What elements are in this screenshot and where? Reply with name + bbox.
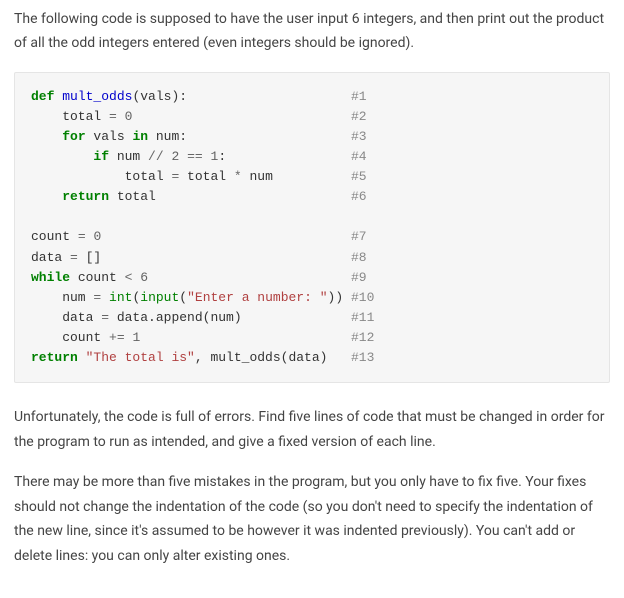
code-blank-line (31, 207, 593, 227)
code-text: data = data.append(num) (31, 308, 351, 328)
code-line: num = int(input("Enter a number: "))#10 (31, 288, 593, 308)
code-marker: #5 (351, 167, 367, 187)
code-text: count += 1 (31, 328, 351, 348)
code-line: count += 1#12 (31, 328, 593, 348)
code-line: def mult_odds(vals):#1 (31, 87, 593, 107)
code-line: data = []#8 (31, 248, 593, 268)
code-text: while count < 6 (31, 268, 351, 288)
code-marker: #11 (351, 308, 374, 328)
code-marker: #2 (351, 107, 367, 127)
intro-paragraph: The following code is supposed to have t… (14, 8, 610, 56)
code-text: data = [] (31, 248, 351, 268)
code-marker: #4 (351, 147, 367, 167)
code-marker: #3 (351, 127, 367, 147)
code-marker: #12 (351, 328, 374, 348)
code-line: return "The total is", mult_odds(data)#1… (31, 348, 593, 368)
code-line: data = data.append(num)#11 (31, 308, 593, 328)
code-line: for vals in num:#3 (31, 127, 593, 147)
code-text: total = 0 (31, 107, 351, 127)
code-line: return total#6 (31, 187, 593, 207)
code-text: return total (31, 187, 351, 207)
code-marker: #13 (351, 348, 374, 368)
code-line: if num // 2 == 1:#4 (31, 147, 593, 167)
code-text: num = int(input("Enter a number: ")) (31, 288, 351, 308)
code-marker: #10 (351, 288, 374, 308)
code-marker: #9 (351, 268, 367, 288)
code-text: count = 0 (31, 227, 351, 247)
code-marker: #7 (351, 227, 367, 247)
instructions-paragraph-2: There may be more than five mistakes in … (14, 470, 610, 568)
code-line: while count < 6#9 (31, 268, 593, 288)
code-text: return "The total is", mult_odds(data) (31, 348, 351, 368)
instructions-paragraph-1: Unfortunately, the code is full of error… (14, 405, 610, 454)
code-line: total = 0#2 (31, 107, 593, 127)
code-marker: #6 (351, 187, 367, 207)
code-line: total = total * num#5 (31, 167, 593, 187)
code-block: def mult_odds(vals):#1 total = 0#2 for v… (14, 72, 610, 384)
code-line: count = 0#7 (31, 227, 593, 247)
code-marker: #8 (351, 248, 367, 268)
code-text: def mult_odds(vals): (31, 87, 351, 107)
code-text: for vals in num: (31, 127, 351, 147)
code-text: if num // 2 == 1: (31, 147, 351, 167)
code-marker: #1 (351, 87, 367, 107)
code-text: total = total * num (31, 167, 351, 187)
